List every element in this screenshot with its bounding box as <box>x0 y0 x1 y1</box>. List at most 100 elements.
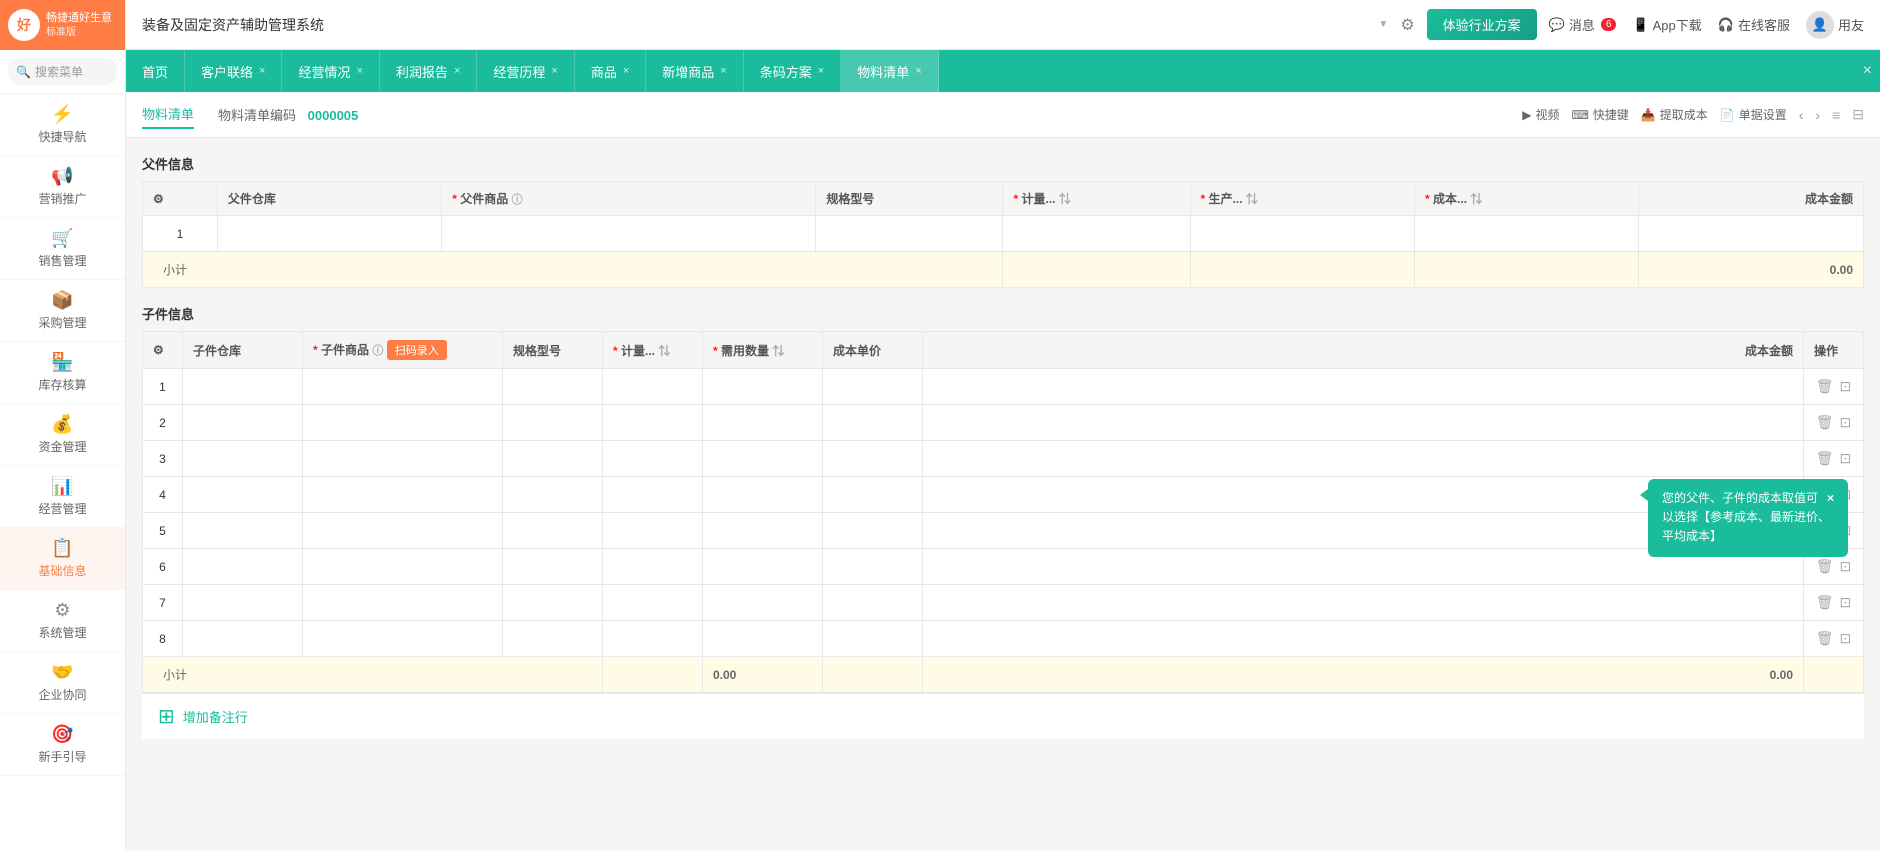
tab-product[interactable]: 商品 × <box>575 50 646 92</box>
child-qty-5[interactable] <box>703 513 823 549</box>
system-dropdown-arrow[interactable]: ▼ <box>1378 19 1388 30</box>
child-col-settings[interactable]: ⚙ <box>143 332 183 369</box>
child-unit-cost-7[interactable] <box>823 585 923 621</box>
tab-product-close[interactable]: × <box>623 65 629 77</box>
voucher-settings-btn[interactable]: 📄 单据设置 <box>1720 106 1787 123</box>
close-all-icon[interactable]: × <box>1863 62 1872 80</box>
delete-icon-6[interactable]: 🗑 <box>1816 558 1834 575</box>
tab-home[interactable]: 首页 <box>126 50 185 92</box>
extract-cost-btn[interactable]: 📥 提取成本 <box>1641 106 1708 123</box>
child-unit-cost-6[interactable] <box>823 549 923 585</box>
parent-product-cell-1[interactable] <box>442 216 816 252</box>
child-unit-cost-8[interactable] <box>823 621 923 657</box>
tab-newproduct-close[interactable]: × <box>720 65 726 77</box>
child-unit-sort[interactable]: ⇅ <box>658 344 670 358</box>
tab-close-all[interactable]: × <box>1863 62 1880 80</box>
child-spec-8[interactable] <box>503 621 603 657</box>
child-product-2[interactable] <box>303 405 503 441</box>
child-cost-amount-2[interactable] <box>923 405 1804 441</box>
sidebar-item-finance[interactable]: 💰 资金管理 <box>0 404 125 466</box>
message-action[interactable]: 💬 消息 6 <box>1549 15 1617 34</box>
child-unit-cost-3[interactable] <box>823 441 923 477</box>
settings-icon[interactable]: ⚙ <box>1400 15 1414 35</box>
child-qty-8[interactable] <box>703 621 823 657</box>
tab-barcode-close[interactable]: × <box>818 65 824 77</box>
child-product-6[interactable] <box>303 549 503 585</box>
child-unit-5[interactable] <box>603 513 703 549</box>
nav-next-arrow[interactable]: › <box>1815 107 1820 123</box>
parent-product-info-icon[interactable]: ⓘ <box>512 194 523 206</box>
child-unit-8[interactable] <box>603 621 703 657</box>
user-action[interactable]: 👤 用友 <box>1806 11 1864 39</box>
delete-icon-2[interactable]: 🗑 <box>1816 414 1834 431</box>
child-warehouse-2[interactable] <box>183 405 303 441</box>
sidebar-item-sales[interactable]: 🛒 销售管理 <box>0 218 125 280</box>
child-unit-4[interactable] <box>603 477 703 513</box>
child-unit-6[interactable] <box>603 549 703 585</box>
tab-bom-close[interactable]: × <box>915 65 921 77</box>
child-spec-4[interactable] <box>503 477 603 513</box>
tab-bom[interactable]: 物料清单 × <box>841 50 938 92</box>
tooltip-close-btn[interactable]: × <box>1827 489 1834 508</box>
child-warehouse-3[interactable] <box>183 441 303 477</box>
copy-icon-3[interactable]: ⊡ <box>1840 450 1852 467</box>
sidebar-item-operations[interactable]: 📊 经营管理 <box>0 466 125 528</box>
copy-icon-8[interactable]: ⊡ <box>1840 630 1852 647</box>
tab-customer-close[interactable]: × <box>259 65 265 77</box>
child-product-7[interactable] <box>303 585 503 621</box>
list-view-icon[interactable]: ⊟ <box>1852 106 1864 123</box>
child-qty-2[interactable] <box>703 405 823 441</box>
cost-sort-icon[interactable]: ⇅ <box>1470 192 1482 206</box>
copy-icon-6[interactable]: ⊡ <box>1840 558 1852 575</box>
online-service-action[interactable]: 🎧 在线客服 <box>1718 15 1790 34</box>
child-spec-6[interactable] <box>503 549 603 585</box>
production-sort-icon[interactable]: ⇅ <box>1246 192 1258 206</box>
child-unit-3[interactable] <box>603 441 703 477</box>
child-cost-amount-3[interactable] <box>923 441 1804 477</box>
child-unit-2[interactable] <box>603 405 703 441</box>
child-cost-amount-1[interactable] <box>923 369 1804 405</box>
tab-profit-close[interactable]: × <box>454 65 460 77</box>
child-warehouse-8[interactable] <box>183 621 303 657</box>
child-spec-7[interactable] <box>503 585 603 621</box>
parent-spec-cell-1[interactable] <box>816 216 1003 252</box>
child-product-1[interactable] <box>303 369 503 405</box>
delete-icon-7[interactable]: 🗑 <box>1816 594 1834 611</box>
child-spec-1[interactable] <box>503 369 603 405</box>
child-unit-1[interactable] <box>603 369 703 405</box>
app-download-action[interactable]: 📱 App下载 <box>1632 15 1701 34</box>
experience-btn[interactable]: 体验行业方案 <box>1427 9 1537 40</box>
delete-icon-8[interactable]: 🗑 <box>1816 630 1834 647</box>
child-product-8[interactable] <box>303 621 503 657</box>
delete-icon-1[interactable]: 🗑 <box>1816 378 1834 395</box>
parent-col-settings[interactable]: ⚙ <box>143 182 218 216</box>
sub-tab-bom-list[interactable]: 物料清单 <box>142 100 194 129</box>
tab-ops-close[interactable]: × <box>356 65 362 77</box>
nav-prev-arrow[interactable]: ‹ <box>1799 107 1804 123</box>
child-qty-3[interactable] <box>703 441 823 477</box>
add-row-icon[interactable]: ⊞ <box>158 704 175 729</box>
copy-icon-7[interactable]: ⊡ <box>1840 594 1852 611</box>
sub-tab-bom-code[interactable]: 物料清单编码 0000005 <box>218 101 358 128</box>
child-product-4[interactable] <box>303 477 503 513</box>
parent-warehouse-cell-1[interactable] <box>217 216 441 252</box>
tab-new-product[interactable]: 新增商品 × <box>646 50 743 92</box>
child-warehouse-1[interactable] <box>183 369 303 405</box>
child-unit-cost-2[interactable] <box>823 405 923 441</box>
add-remark-btn[interactable]: 增加备注行 <box>183 707 248 726</box>
view-video-btn[interactable]: ▶ 视频 <box>1522 106 1559 123</box>
child-qty-1[interactable] <box>703 369 823 405</box>
sidebar-item-enterprise[interactable]: 🤝 企业协同 <box>0 652 125 714</box>
child-cost-amount-7[interactable] <box>923 585 1804 621</box>
grid-view-icon[interactable]: ≡ <box>1832 107 1840 123</box>
tab-profit-report[interactable]: 利润报告 × <box>380 50 477 92</box>
child-qty-4[interactable] <box>703 477 823 513</box>
child-cost-amount-8[interactable] <box>923 621 1804 657</box>
unit-sort-icon[interactable]: ⇅ <box>1059 192 1071 206</box>
tab-barcode[interactable]: 条码方案 × <box>744 50 841 92</box>
child-unit-cost-5[interactable] <box>823 513 923 549</box>
parent-cost-amount-cell-1[interactable] <box>1639 216 1864 252</box>
child-spec-5[interactable] <box>503 513 603 549</box>
child-unit-7[interactable] <box>603 585 703 621</box>
search-menu-button[interactable]: 🔍 搜索菜单 <box>8 58 117 85</box>
